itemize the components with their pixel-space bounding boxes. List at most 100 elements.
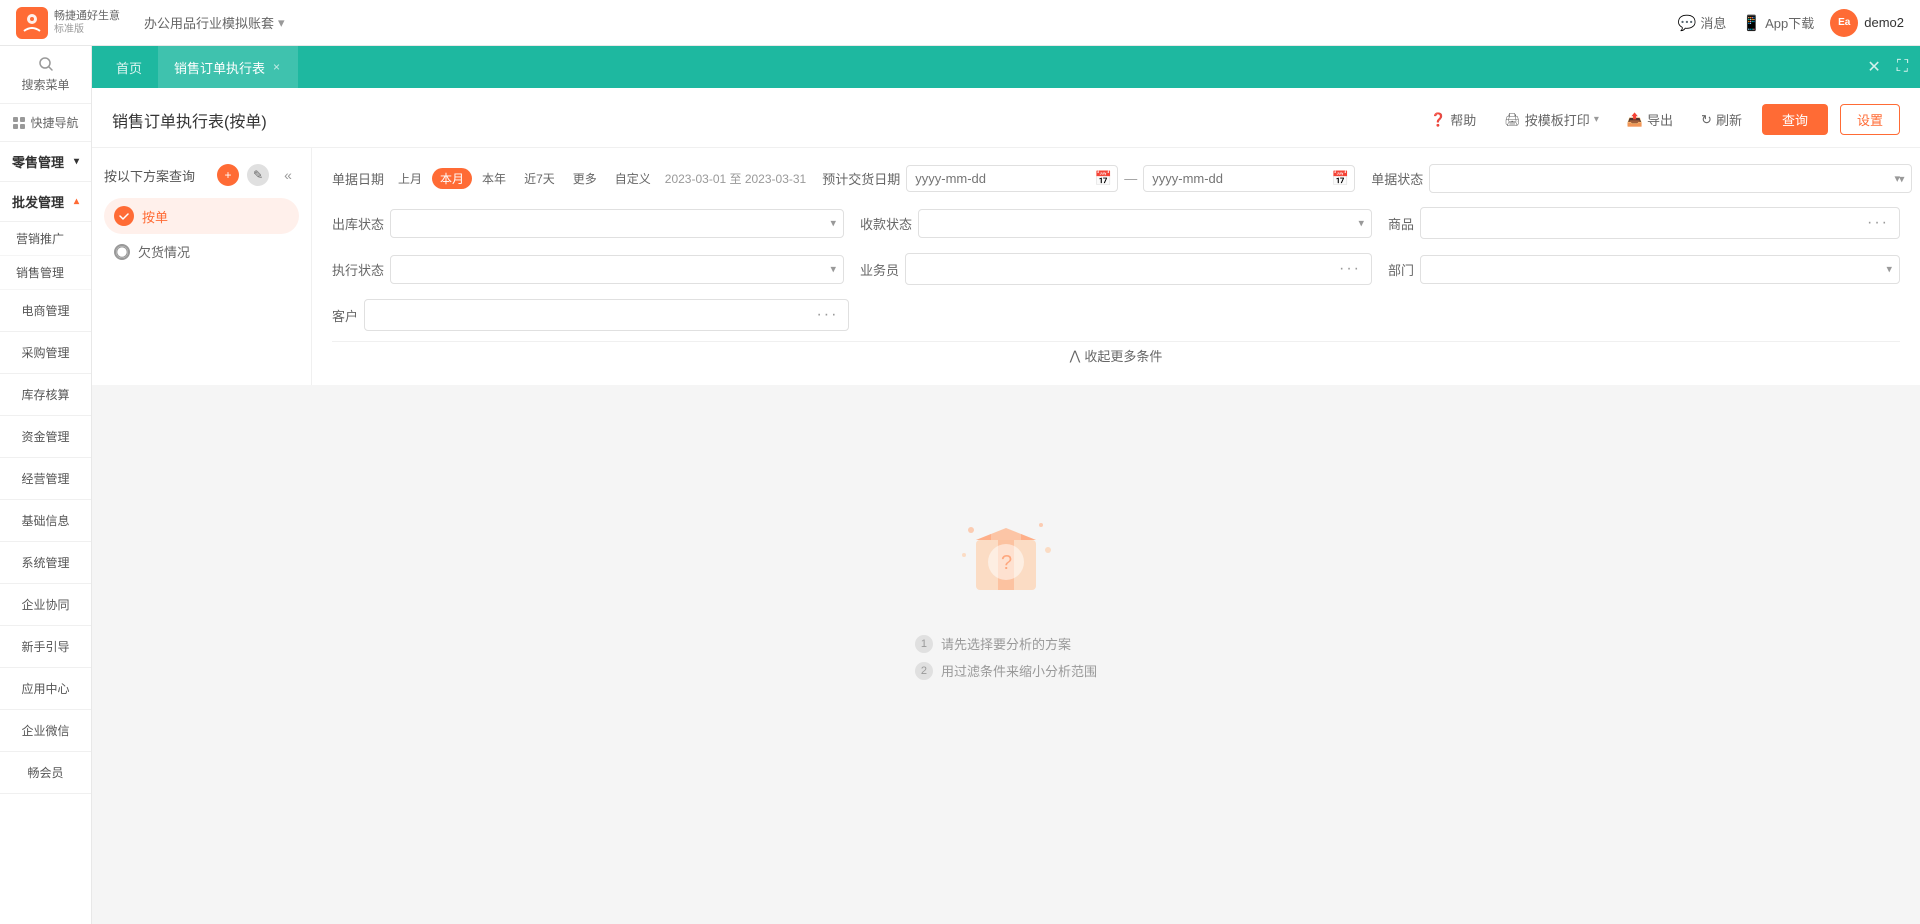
settings-button[interactable]: 设置 <box>1840 104 1900 135</box>
tab-home[interactable]: 首页 <box>100 46 158 88</box>
export-button[interactable]: 📤 导出 <box>1619 106 1681 133</box>
scheme-item-欠货情况[interactable]: 欠货情况 <box>104 234 299 269</box>
message-button[interactable]: 💬 消息 <box>1678 13 1727 32</box>
sidebar-item-inventory[interactable]: 库存核算 <box>0 374 91 416</box>
collapse-label: 收起更多条件 <box>1084 346 1162 365</box>
empty-tip-2: 2 用过滤条件来缩小分析范围 <box>915 661 1097 680</box>
edit-scheme-button[interactable]: ✎ <box>247 164 269 186</box>
svg-text:?: ? <box>1001 552 1012 574</box>
shortcut-上月[interactable]: 上月 <box>390 168 430 189</box>
salesperson-dots-icon[interactable]: ··· <box>1339 260 1361 278</box>
sidebar-item-marketing[interactable]: 营销推广 <box>0 222 91 256</box>
outbound-group: 出库状态 ▾ <box>332 209 844 238</box>
window-expand-icon[interactable]: ⛶ <box>1893 54 1912 80</box>
goods-dots-icon[interactable]: ··· <box>1867 214 1889 232</box>
empty-tip-1: 1 请先选择要分析的方案 <box>915 634 1097 653</box>
sidebar-item-basic[interactable]: 基础信息 <box>0 500 91 542</box>
sidebar-item-operations[interactable]: 经营管理 <box>0 458 91 500</box>
sidebar-item-finance[interactable]: 资金管理 <box>0 416 91 458</box>
system-label: 系统管理 <box>21 554 69 571</box>
refresh-button[interactable]: ↻ 刷新 <box>1693 106 1750 133</box>
sidebar-item-wholesale[interactable]: 批发管理 ▴ <box>0 182 91 222</box>
predicted-date-label: 预计交货日期 <box>822 169 900 188</box>
salesperson-label: 业务员 <box>860 260 899 279</box>
tab-close-icon[interactable]: × <box>271 58 282 76</box>
status-group: 单据状态 ▾ <box>1371 164 1900 193</box>
customer-dots-icon[interactable]: ··· <box>816 306 838 324</box>
tab-sales-order[interactable]: 销售订单执行表 × <box>158 46 298 88</box>
calendar-end-icon: 📅 <box>1332 170 1349 187</box>
filter-date-group: 单据日期 上月 本月 本年 近7天 更多 自定义 <box>332 168 806 189</box>
sidebar-item-enterprise[interactable]: 企业协同 <box>0 584 91 626</box>
filter-scheme-title: 按以下方案查询 <box>104 166 195 185</box>
dept-select[interactable] <box>1420 255 1900 284</box>
tab-bar: 首页 销售订单执行表 × ✕ ⛶ <box>92 46 1920 88</box>
breadcrumb-arrow-icon[interactable]: ▾ <box>278 15 285 31</box>
shortcut-更多[interactable]: 更多 <box>565 168 605 189</box>
predicted-date-end-wrapper: 📅 <box>1143 165 1355 192</box>
date-range-separator: — <box>1124 171 1137 186</box>
status-label: 单据状态 <box>1371 169 1423 188</box>
print-button[interactable]: 🖨 按模板打印 ▾ <box>1496 106 1607 133</box>
user-name: demo2 <box>1864 15 1904 30</box>
customer-label: 客户 <box>332 306 358 325</box>
collapse-conditions-button[interactable]: ⋀ 收起更多条件 <box>332 341 1900 369</box>
sidebar-item-wechat[interactable]: 企业微信 <box>0 710 91 752</box>
predicted-date-start-input[interactable] <box>906 165 1118 192</box>
date-range-text: 2023-03-01 至 2023-03-31 <box>665 170 806 187</box>
predicted-date-end-input[interactable] <box>1143 165 1355 192</box>
add-scheme-button[interactable]: + <box>217 164 239 186</box>
date-label: 单据日期 <box>332 169 384 188</box>
search-button[interactable]: 查询 <box>1762 104 1828 135</box>
sidebar-item-member[interactable]: 畅会员 <box>0 752 91 794</box>
sidebar-item-retail[interactable]: 零售管理 ▾ <box>0 142 91 182</box>
scheme-item-按单[interactable]: 按单 <box>104 198 299 234</box>
tab-bar-right: ✕ ⛶ <box>1863 53 1912 81</box>
shortcut-近7天[interactable]: 近7天 <box>516 168 563 189</box>
sidebar-item-ecommerce[interactable]: 电商管理 <box>0 290 91 332</box>
exec-select[interactable] <box>390 255 844 284</box>
collapse-scheme-button[interactable]: « <box>277 164 299 186</box>
status-select[interactable] <box>1429 164 1912 193</box>
shortcut-本月[interactable]: 本月 <box>432 168 472 189</box>
sidebar-item-quicknav[interactable]: 快捷导航 <box>0 104 91 142</box>
outbound-select[interactable] <box>390 209 844 238</box>
salesperson-group: 业务员 ··· <box>860 253 1372 285</box>
filter-row-3: 执行状态 ▾ 业务员 <box>332 253 1900 285</box>
sidebar-item-appcenter[interactable]: 应用中心 <box>0 668 91 710</box>
salesperson-input-area[interactable]: ··· <box>905 253 1372 285</box>
tab-sales-order-label: 销售订单执行表 <box>174 58 265 77</box>
shortcut-本年[interactable]: 本年 <box>474 168 514 189</box>
goods-group: 商品 ··· <box>1388 207 1900 239</box>
breadcrumb-text: 办公用品行业模拟账套 <box>144 13 274 32</box>
filter-panel: 按以下方案查询 + ✎ « <box>92 148 1920 385</box>
shortcut-自定义[interactable]: 自定义 <box>607 168 659 189</box>
window-close-icon[interactable]: ✕ <box>1863 53 1884 81</box>
help-icon: ❓ <box>1430 112 1446 128</box>
appcenter-label: 应用中心 <box>21 680 69 697</box>
marketing-label: 营销推广 <box>16 230 64 247</box>
filter-left: 按以下方案查询 + ✎ « <box>92 148 312 385</box>
user-area[interactable]: Ea demo2 <box>1830 9 1904 37</box>
sidebar-item-newuser[interactable]: 新手引导 <box>0 626 91 668</box>
tab-bar-left: 首页 销售订单执行表 × <box>100 46 298 88</box>
sidebar-item-sales[interactable]: 销售管理 <box>0 256 91 290</box>
sidebar-item-system[interactable]: 系统管理 <box>0 542 91 584</box>
sidebar-item-search[interactable]: 搜索菜单 <box>0 46 91 104</box>
page-actions: ❓ 帮助 🖨 按模板打印 ▾ 📤 导出 ↻ <box>1422 104 1900 135</box>
goods-input-area[interactable]: ··· <box>1420 207 1900 239</box>
customer-input-area[interactable]: ··· <box>364 299 849 331</box>
app-download-button[interactable]: 📱 App下载 <box>1742 13 1814 32</box>
enterprise-label: 企业协同 <box>21 596 69 613</box>
quicknav-label: 快捷导航 <box>30 114 78 131</box>
scheme-active-icon <box>114 206 134 226</box>
dept-group: 部门 ▾ <box>1388 255 1900 284</box>
finance-label: 资金管理 <box>21 428 69 445</box>
page-content: 销售订单执行表(按单) ❓ 帮助 🖨 按模板打印 ▾ 📤 <box>92 88 1920 924</box>
payment-select[interactable] <box>918 209 1372 238</box>
refresh-icon: ↻ <box>1701 112 1712 128</box>
help-button[interactable]: ❓ 帮助 <box>1422 106 1484 133</box>
sidebar-item-purchase[interactable]: 采购管理 <box>0 332 91 374</box>
tip-text-1: 请先选择要分析的方案 <box>941 634 1071 653</box>
wechat-label: 企业微信 <box>21 722 69 739</box>
